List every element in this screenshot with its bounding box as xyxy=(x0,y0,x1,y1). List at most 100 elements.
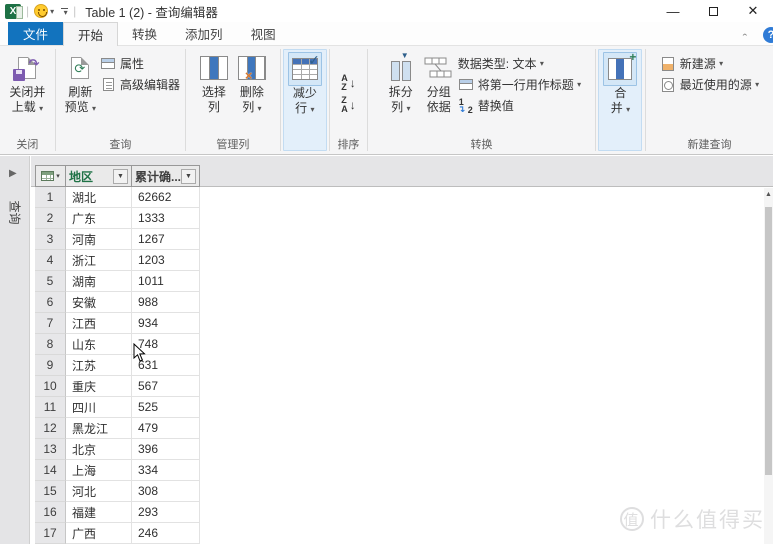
properties-button[interactable]: 属性 xyxy=(100,53,180,74)
value-cell[interactable]: 525 xyxy=(132,397,200,418)
row-number-cell[interactable]: 2 xyxy=(35,208,66,229)
ribbon-group-combine: 合 并 ▾ xyxy=(596,46,645,154)
value-cell[interactable]: 1333 xyxy=(132,208,200,229)
help-icon[interactable]: ? xyxy=(763,27,773,43)
column-header-region[interactable]: 地区 xyxy=(66,165,132,187)
region-cell[interactable]: 四川 xyxy=(66,397,132,418)
row-number-cell[interactable]: 7 xyxy=(35,313,66,334)
region-cell[interactable]: 广东 xyxy=(66,208,132,229)
region-cell[interactable]: 河南 xyxy=(66,229,132,250)
value-cell[interactable]: 988 xyxy=(132,292,200,313)
replace-values-icon: 1↴2 xyxy=(458,99,474,113)
scrollbar-thumb[interactable] xyxy=(765,207,772,475)
value-cell[interactable]: 748 xyxy=(132,334,200,355)
vertical-scrollbar[interactable]: ▲ xyxy=(764,188,773,544)
reduce-rows-icon: ✓ xyxy=(288,52,322,86)
tab-home[interactable]: 开始 xyxy=(63,22,118,46)
region-cell[interactable]: 江苏 xyxy=(66,355,132,376)
row-number-cell[interactable]: 8 xyxy=(35,334,66,355)
value-cell[interactable]: 1203 xyxy=(132,250,200,271)
value-cell[interactable]: 396 xyxy=(132,439,200,460)
advanced-editor-button[interactable]: 高级编辑器 xyxy=(100,74,180,95)
region-cell[interactable]: 北京 xyxy=(66,439,132,460)
new-source-button[interactable]: 新建源 ▾ xyxy=(660,53,759,74)
row-number-cell[interactable]: 5 xyxy=(35,271,66,292)
region-cell[interactable]: 江西 xyxy=(66,313,132,334)
replace-values-button[interactable]: 1↴2 替换值 xyxy=(458,95,581,116)
quick-access-toolbar-customize-icon[interactable]: ▾ xyxy=(61,8,68,15)
column-header-value[interactable]: 累计确... xyxy=(132,165,200,187)
region-cell[interactable]: 浙江 xyxy=(66,250,132,271)
value-cell[interactable]: 1011 xyxy=(132,271,200,292)
table-corner-menu[interactable]: ▾ xyxy=(35,165,66,187)
sort-ascending-button[interactable]: AZ↓ xyxy=(337,72,360,94)
data-type-button[interactable]: 数据类型: 文本 ▾ xyxy=(458,53,581,74)
reduce-rows-button[interactable]: ✓ 减少 行 ▾ xyxy=(283,49,327,151)
region-cell[interactable]: 湖北 xyxy=(66,187,132,208)
remove-columns-icon: × xyxy=(238,51,266,85)
value-cell[interactable]: 631 xyxy=(132,355,200,376)
row-number-cell[interactable]: 12 xyxy=(35,418,66,439)
row-number-cell[interactable]: 6 xyxy=(35,292,66,313)
region-cell[interactable]: 重庆 xyxy=(66,376,132,397)
value-cell[interactable]: 1267 xyxy=(132,229,200,250)
tab-add-column[interactable]: 添加列 xyxy=(171,22,237,45)
refresh-preview-button[interactable]: ⟳ 刷新 预览 ▾ xyxy=(61,49,100,138)
feedback-smiley-icon[interactable] xyxy=(34,4,48,18)
value-cell[interactable]: 62662 xyxy=(132,187,200,208)
group-label-new-query: 新建查询 xyxy=(646,136,773,152)
region-cell[interactable]: 黑龙江 xyxy=(66,418,132,439)
region-cell[interactable]: 上海 xyxy=(66,460,132,481)
row-number-cell[interactable]: 10 xyxy=(35,376,66,397)
row-number-cell[interactable]: 14 xyxy=(35,460,66,481)
scroll-up-icon[interactable]: ▲ xyxy=(764,191,773,198)
table-row: 4浙江1203 xyxy=(35,250,200,271)
row-number-cell[interactable]: 9 xyxy=(35,355,66,376)
properties-icon xyxy=(100,57,116,71)
region-cell[interactable]: 安徽 xyxy=(66,292,132,313)
region-cell[interactable]: 河北 xyxy=(66,481,132,502)
queries-pane-label: 查询 xyxy=(6,200,23,224)
use-first-row-as-headers-button[interactable]: 将第一行用作标题 ▾ xyxy=(458,74,581,95)
refresh-preview-icon: ⟳ xyxy=(71,51,89,85)
row-number-cell[interactable]: 17 xyxy=(35,523,66,544)
choose-columns-button[interactable]: 选择 列 xyxy=(195,49,233,138)
filter-dropdown-icon[interactable] xyxy=(181,169,196,184)
region-cell[interactable]: 山东 xyxy=(66,334,132,355)
tab-view[interactable]: 视图 xyxy=(237,22,290,45)
value-cell[interactable]: 293 xyxy=(132,502,200,523)
split-column-button[interactable]: 拆分 列 ▾ xyxy=(382,49,420,138)
minimize-button[interactable]: — xyxy=(653,1,693,22)
region-cell[interactable]: 广西 xyxy=(66,523,132,544)
row-number-cell[interactable]: 4 xyxy=(35,250,66,271)
row-number-cell[interactable]: 16 xyxy=(35,502,66,523)
value-cell[interactable]: 479 xyxy=(132,418,200,439)
group-by-button[interactable]: 分组 依据 xyxy=(420,49,458,138)
combine-button[interactable]: 合 并 ▾ xyxy=(598,49,642,151)
value-cell[interactable]: 567 xyxy=(132,376,200,397)
filter-dropdown-icon[interactable] xyxy=(113,169,128,184)
value-cell[interactable]: 246 xyxy=(132,523,200,544)
queries-pane-collapsed[interactable]: ▶ 查询 xyxy=(0,156,30,544)
row-number-cell[interactable]: 15 xyxy=(35,481,66,502)
region-cell[interactable]: 湖南 xyxy=(66,271,132,292)
region-cell[interactable]: 福建 xyxy=(66,502,132,523)
close-button[interactable]: ✕ xyxy=(733,1,773,22)
recent-sources-button[interactable]: 最近使用的源 ▾ xyxy=(660,74,759,95)
row-number-cell[interactable]: 3 xyxy=(35,229,66,250)
close-and-load-button[interactable]: ↷ 关闭并 上载 ▾ xyxy=(5,49,49,138)
value-cell[interactable]: 934 xyxy=(132,313,200,334)
chevron-down-icon[interactable]: ▾ xyxy=(50,7,54,16)
tab-transform[interactable]: 转换 xyxy=(118,22,171,45)
tab-file[interactable]: 文件 xyxy=(8,22,63,45)
value-cell[interactable]: 334 xyxy=(132,460,200,481)
row-number-cell[interactable]: 13 xyxy=(35,439,66,460)
row-number-cell[interactable]: 1 xyxy=(35,187,66,208)
remove-columns-button[interactable]: × 删除 列 ▾ xyxy=(233,49,271,138)
maximize-button[interactable] xyxy=(693,1,733,22)
value-cell[interactable]: 308 xyxy=(132,481,200,502)
collapse-ribbon-icon[interactable]: ⌃ xyxy=(741,33,749,42)
row-number-cell[interactable]: 11 xyxy=(35,397,66,418)
sort-descending-button[interactable]: ZA↓ xyxy=(337,94,360,116)
expand-pane-icon[interactable]: ▶ xyxy=(9,168,17,179)
